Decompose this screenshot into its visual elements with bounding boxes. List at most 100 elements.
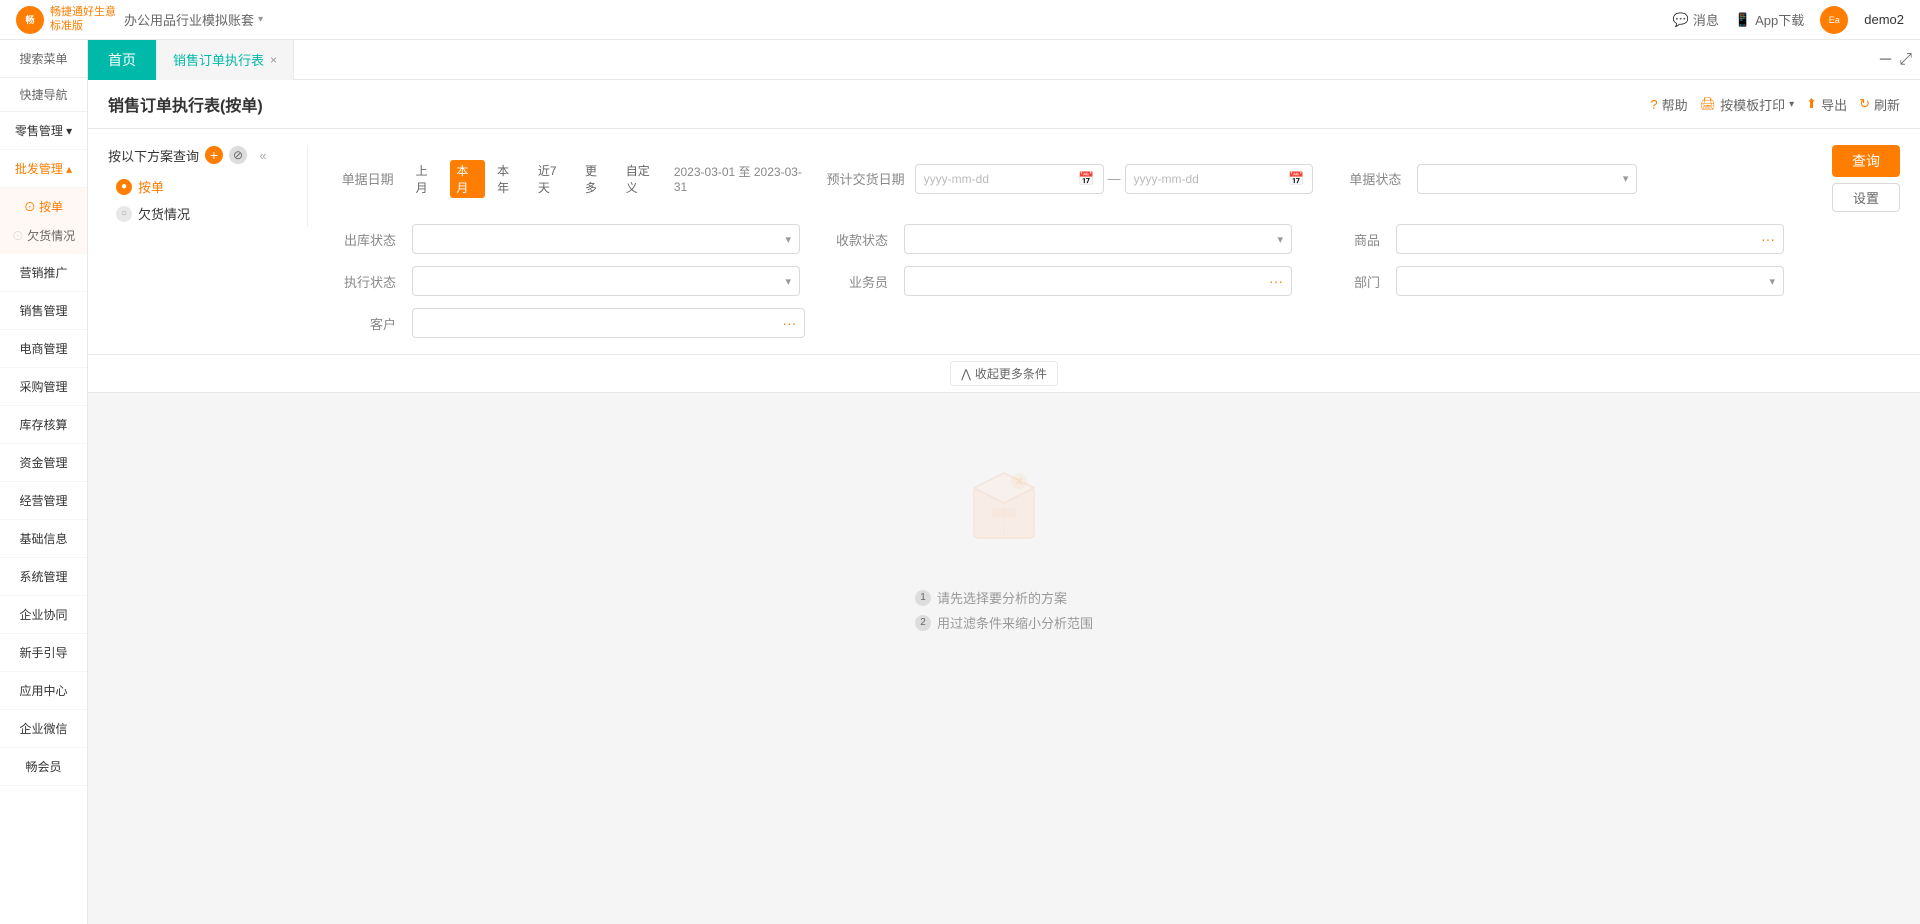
scheme-item-byorder[interactable]: ● 按单 [108, 173, 295, 200]
date-current-btn[interactable]: 本月 [450, 160, 485, 198]
exec-status-label: 执行状态 [324, 272, 404, 291]
user-name[interactable]: demo2 [1864, 12, 1904, 27]
sidebar-item-inventory[interactable]: 库存核算 [0, 406, 87, 444]
content-area: 首页 销售订单执行表 × ─ ⤢ 销售订单执行表(按单) ? [88, 40, 1920, 924]
header-actions: ? 帮助 🖨 按模板打印 ▾ ⬆ 导出 ↻ [1650, 95, 1900, 114]
status-chevron-icon: ▾ [1623, 172, 1629, 185]
sidebar-item-member[interactable]: 畅会员 [0, 748, 87, 786]
brand-text: 畅捷通好生意 标准版 [50, 6, 116, 32]
expected-date-from[interactable]: yyyy-mm-dd 📅 [915, 164, 1104, 194]
collapse-bar: ⋀ 收起更多条件 [88, 355, 1920, 393]
salesperson-select[interactable]: ··· [904, 266, 1292, 296]
search-btn[interactable]: 查询 [1832, 145, 1900, 177]
delivery-status-label: 出库状态 [324, 230, 404, 249]
message-icon: 💬 [1673, 12, 1689, 28]
sidebar-quick-nav[interactable]: 快捷导航 [0, 78, 87, 112]
tab-home[interactable]: 首页 [88, 40, 156, 80]
exec-status-select[interactable]: ▾ [412, 266, 800, 296]
tip-num-2: 2 [915, 615, 931, 631]
sidebar-item-wholesale[interactable]: 批发管理 ▴ [0, 150, 87, 188]
page-header: 销售订单执行表(按单) ? 帮助 🖨 按模板打印 ▾ ⬆ [88, 80, 1920, 129]
help-btn[interactable]: ? 帮助 [1650, 95, 1687, 114]
date-thisyear-btn[interactable]: 本年 [491, 160, 526, 198]
sidebar-item-newbie[interactable]: 新手引导 [0, 634, 87, 672]
scheme-del-btn[interactable]: ⊘ [229, 146, 247, 164]
phone-icon: 📱 [1735, 12, 1751, 28]
salesperson-label: 业务员 [816, 272, 896, 291]
product-dots-icon: ··· [1761, 231, 1775, 247]
sidebar-wholesale-expanded: ⊙ 按单 ⊙ 欠货情况 [0, 188, 87, 254]
scheme-header: 按以下方案查询 + ⊘ « [108, 145, 295, 165]
dept-select[interactable]: ▾ [1396, 266, 1784, 296]
sidebar-item-shortage[interactable]: ⊙ 欠货情况 [0, 221, 87, 250]
status-select[interactable]: ▾ [1417, 164, 1637, 194]
date-last7-btn[interactable]: 近7天 [532, 160, 573, 198]
scheme-selector: 按以下方案查询 + ⊘ « ● 按单 ○ 欠货情况 [108, 145, 308, 227]
search-action-col: 查询 设置 [1832, 145, 1900, 212]
date-label: 单据日期 [324, 169, 402, 188]
delivery-chevron-icon: ▾ [785, 233, 791, 246]
filter-fields: 单据日期 上月 本月 本年 近7天 更多 自定义 [308, 145, 1900, 338]
sidebar: 搜索菜单 快捷导航 零售管理 ▾ 批发管理 ▴ ⊙ 按单 ⊙ 欠货情况 营销推广… [0, 40, 88, 924]
export-icon: ⬆ [1806, 96, 1817, 112]
tab-maximize-btn[interactable]: ⤢ [1899, 51, 1912, 69]
empty-tip-2: 2 用过滤条件来缩小分析范围 [915, 613, 1093, 632]
sidebar-item-enterprise[interactable]: 企业协同 [0, 596, 87, 634]
industry-selector[interactable]: 办公用品行业模拟账套 ▾ [124, 10, 263, 29]
sidebar-item-retail[interactable]: 零售管理 ▾ [0, 112, 87, 150]
sidebar-item-app-center[interactable]: 应用中心 [0, 672, 87, 710]
expected-date-to[interactable]: yyyy-mm-dd 📅 [1125, 164, 1314, 194]
product-select[interactable]: ··· [1396, 224, 1784, 254]
print-template-btn[interactable]: 🖨 按模板打印 ▾ [1700, 95, 1795, 114]
settings-btn[interactable]: 设置 [1832, 183, 1900, 212]
message-btn[interactable]: 💬 消息 [1673, 10, 1719, 29]
collapse-btn[interactable]: ⋀ 收起更多条件 [950, 361, 1058, 386]
exec-chevron-icon: ▾ [785, 275, 791, 288]
delivery-status-select[interactable]: ▾ [412, 224, 800, 254]
tab-bar: 首页 销售订单执行表 × ─ ⤢ [88, 40, 1920, 80]
calendar-to-icon: 📅 [1288, 171, 1304, 187]
avatar: Ea [1820, 6, 1848, 34]
app-download-btn[interactable]: 📱 App下载 [1735, 10, 1804, 29]
scheme-add-btn[interactable]: + [205, 146, 223, 164]
scheme-item-shortage[interactable]: ○ 欠货情况 [108, 200, 295, 227]
sidebar-item-purchase[interactable]: 采购管理 [0, 368, 87, 406]
sidebar-item-by-order[interactable]: ⊙ 按单 [0, 192, 87, 221]
sidebar-item-system[interactable]: 系统管理 [0, 558, 87, 596]
tip-num-1: 1 [915, 590, 931, 606]
export-btn[interactable]: ⬆ 导出 [1806, 95, 1847, 114]
sidebar-item-sales[interactable]: 销售管理 [0, 292, 87, 330]
customer-label: 客户 [324, 314, 404, 333]
expected-date-label: 预计交货日期 [827, 169, 907, 188]
sidebar-item-finance[interactable]: 资金管理 [0, 444, 87, 482]
tab-close-btn[interactable]: × [270, 53, 277, 67]
empty-state: 1 请先选择要分析的方案 2 用过滤条件来缩小分析范围 [88, 393, 1920, 692]
print-arrow-icon: ▾ [1789, 99, 1794, 110]
pay-chevron-icon: ▾ [1277, 233, 1283, 246]
sidebar-item-basic-info[interactable]: 基础信息 [0, 520, 87, 558]
scheme-collapse-btn[interactable]: « [253, 145, 273, 165]
customer-select[interactable]: ··· [412, 308, 805, 338]
date-custom-btn[interactable]: 自定义 [620, 160, 666, 198]
date-more-btn[interactable]: 更多 [579, 160, 614, 198]
pay-status-label: 收款状态 [816, 230, 896, 249]
scheme-dot-inactive: ○ [116, 206, 132, 222]
tab-minimize-btn[interactable]: ─ [1880, 51, 1891, 69]
scheme-dot-active: ● [116, 179, 132, 195]
date-range-text: 2023-03-01 至 2023-03-31 [674, 163, 811, 194]
logo-icon: 畅 [16, 6, 44, 34]
sidebar-item-wechat[interactable]: 企业微信 [0, 710, 87, 748]
sidebar-item-operations[interactable]: 经营管理 [0, 482, 87, 520]
empty-tips: 1 请先选择要分析的方案 2 用过滤条件来缩小分析范围 [915, 588, 1093, 632]
collapse-icon: ⋀ [961, 367, 971, 381]
date-prev-btn[interactable]: 上月 [410, 160, 445, 198]
refresh-btn[interactable]: ↻ 刷新 [1859, 95, 1900, 114]
sidebar-item-ecommerce[interactable]: 电商管理 [0, 330, 87, 368]
sidebar-search[interactable]: 搜索菜单 [0, 40, 87, 78]
sidebar-item-marketing[interactable]: 营销推广 [0, 254, 87, 292]
refresh-icon: ↻ [1859, 96, 1870, 112]
page-title: 销售订单执行表(按单) [108, 92, 263, 116]
tab-sales-order[interactable]: 销售订单执行表 × [156, 40, 294, 80]
pay-status-select[interactable]: ▾ [904, 224, 1292, 254]
filter-panel: 按以下方案查询 + ⊘ « ● 按单 ○ 欠货情况 [88, 129, 1920, 355]
